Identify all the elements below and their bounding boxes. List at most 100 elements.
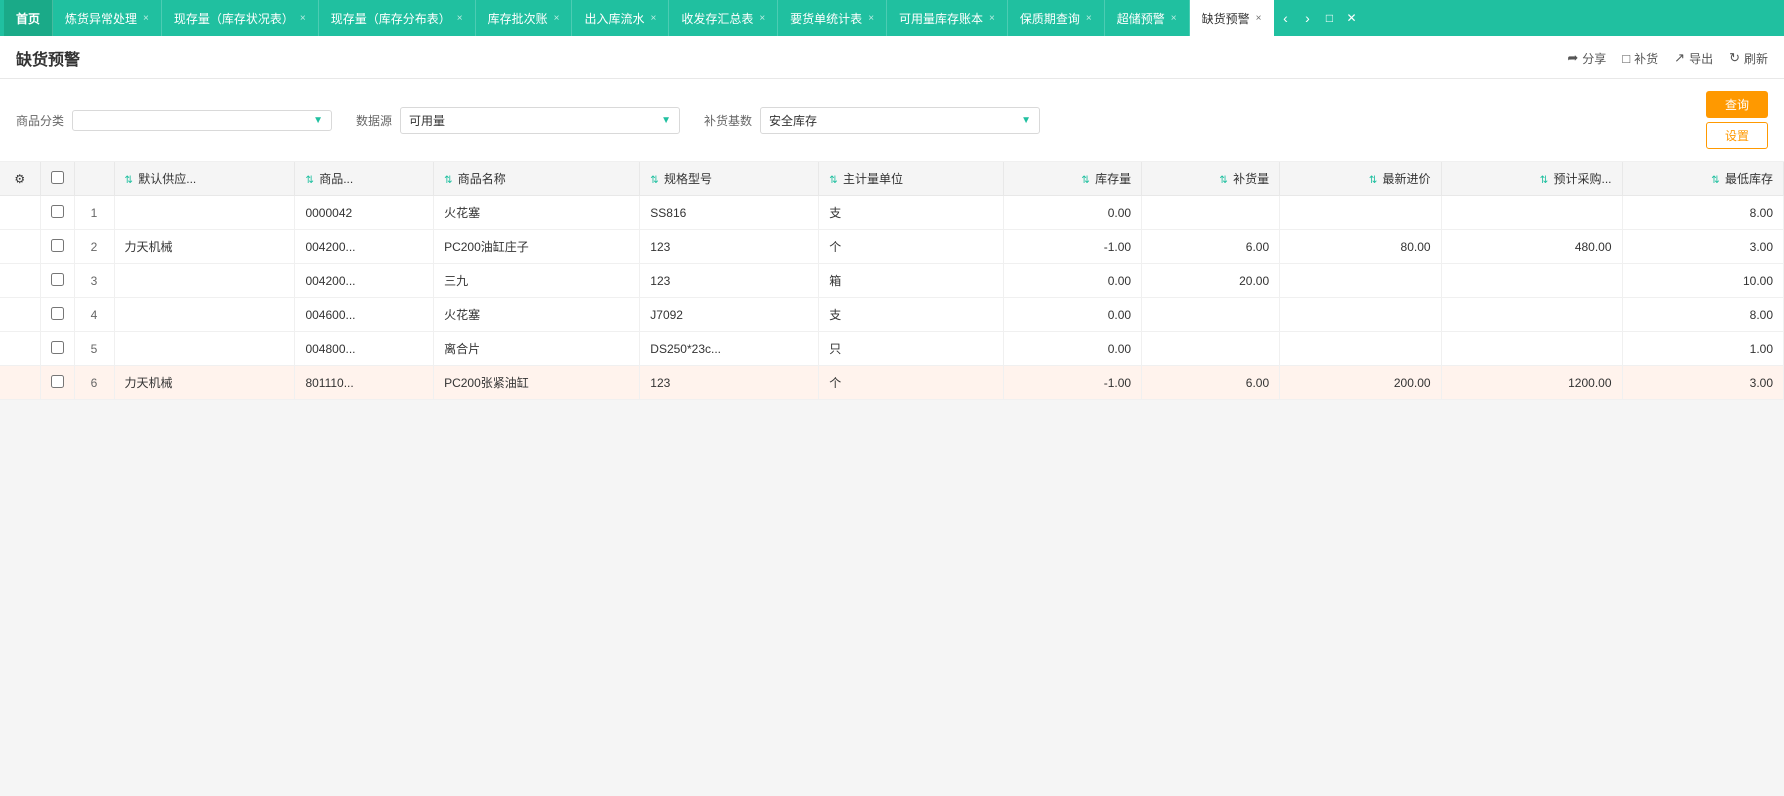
tab-available-close[interactable]: × — [989, 13, 995, 24]
tab-overstock-label: 超储预警 — [1117, 10, 1165, 27]
replenish-arrow-icon: ▼ — [1021, 115, 1031, 126]
row-checkbox[interactable] — [51, 239, 64, 252]
replenish-value: 安全库存 — [769, 112, 817, 129]
category-filter-group: 商品分类 ▼ — [16, 110, 332, 131]
tab-available[interactable]: 可用量库存账本 × — [887, 0, 1008, 36]
tab-next-btn[interactable]: › — [1296, 0, 1318, 36]
filter-bar: 商品分类 ▼ 数据源 可用量 ▼ 补货基数 安全库存 ▼ 查询 设置 — [0, 79, 1784, 162]
row-est-purchase: 1200.00 — [1441, 366, 1622, 400]
refresh-btn[interactable]: ↻ 刷新 — [1729, 50, 1768, 67]
tab-abnormal-label: 炼货异常处理 — [65, 10, 137, 27]
row-product-name: 火花塞 — [434, 196, 640, 230]
col-spec-label: 规格型号 — [664, 172, 712, 186]
replenish-label: 补货 — [1634, 50, 1658, 67]
datasource-arrow-icon: ▼ — [661, 115, 671, 126]
row-stock: 0.00 — [1004, 298, 1142, 332]
row-checkbox[interactable] — [51, 205, 64, 218]
export-btn[interactable]: ↗ 导出 — [1674, 50, 1713, 67]
col-supplier-label: 默认供应... — [138, 172, 196, 186]
row-replenish-qty: 6.00 — [1142, 366, 1280, 400]
col-replenish-qty-label: 补货量 — [1233, 172, 1269, 186]
datasource-value: 可用量 — [409, 112, 445, 129]
tab-inventory-status-close[interactable]: × — [300, 13, 306, 24]
tab-inventory-dist[interactable]: 现存量（库存分布表） × — [319, 0, 476, 36]
tab-expiry-close[interactable]: × — [1086, 13, 1092, 24]
row-min-stock: 3.00 — [1622, 230, 1783, 264]
row-checkbox[interactable] — [51, 375, 64, 388]
col-gear: ⚙ — [0, 162, 40, 196]
tab-overstock-close[interactable]: × — [1171, 13, 1177, 24]
tab-inventory-dist-close[interactable]: × — [457, 13, 463, 24]
row-min-stock: 8.00 — [1622, 196, 1783, 230]
table-row: 5 004800... 离合片 DS250*23c... 只 0.00 1.00 — [0, 332, 1784, 366]
tab-collection-close[interactable]: × — [759, 13, 765, 24]
row-checkbox[interactable] — [51, 307, 64, 320]
shortage-table: ⚙ ⇅ 默认供应... ⇅ 商品... ⇅ 商品名称 — [0, 162, 1784, 400]
tab-abnormal-close[interactable]: × — [143, 13, 149, 24]
spec-sort-icon: ⇅ — [650, 175, 658, 186]
tab-order-stats-close[interactable]: × — [868, 13, 874, 24]
tab-overstock[interactable]: 超储预警 × — [1105, 0, 1190, 36]
col-spec: ⇅ 规格型号 — [640, 162, 819, 196]
replenish-select[interactable]: 安全库存 ▼ — [760, 107, 1040, 134]
query-button[interactable]: 查询 — [1706, 91, 1768, 118]
table-container: ⚙ ⇅ 默认供应... ⇅ 商品... ⇅ 商品名称 — [0, 162, 1784, 400]
row-checkbox-cell — [40, 298, 74, 332]
tab-inventory-status-label: 现存量（库存状况表） — [174, 10, 294, 27]
row-checkbox-cell — [40, 264, 74, 298]
row-est-purchase: 480.00 — [1441, 230, 1622, 264]
datasource-filter-group: 数据源 可用量 ▼ — [356, 107, 680, 134]
row-latest-price — [1280, 196, 1441, 230]
row-product-code: 004800... — [295, 332, 434, 366]
tab-expiry[interactable]: 保质期查询 × — [1008, 0, 1105, 36]
datasource-select[interactable]: 可用量 ▼ — [400, 107, 680, 134]
gear-settings-icon[interactable]: ⚙ — [10, 172, 30, 186]
tab-flow-close[interactable]: × — [650, 13, 656, 24]
tab-shortage-close[interactable]: × — [1256, 13, 1262, 24]
col-min-stock: ⇅ 最低库存 — [1622, 162, 1783, 196]
replenish-btn[interactable]: □ 补货 — [1622, 50, 1658, 67]
tab-batch-account[interactable]: 库存批次账 × — [476, 0, 573, 36]
row-stock: -1.00 — [1004, 366, 1142, 400]
tab-flow[interactable]: 出入库流水 × — [572, 0, 669, 36]
row-latest-price — [1280, 298, 1441, 332]
table-row: 4 004600... 火花塞 J7092 支 0.00 8.00 — [0, 298, 1784, 332]
tab-collection[interactable]: 收发存汇总表 × — [669, 0, 778, 36]
row-latest-price — [1280, 264, 1441, 298]
row-supplier: 力天机械 — [114, 230, 295, 264]
tab-batch-account-close[interactable]: × — [554, 13, 560, 24]
tab-abnormal[interactable]: 炼货异常处理 × — [53, 0, 162, 36]
row-spec: DS250*23c... — [640, 332, 819, 366]
datasource-label: 数据源 — [356, 112, 392, 129]
share-btn[interactable]: ➦ 分享 — [1567, 50, 1606, 67]
table-header-row: ⚙ ⇅ 默认供应... ⇅ 商品... ⇅ 商品名称 — [0, 162, 1784, 196]
table-row: 6 力天机械 801110... PC200张紧油缸 123 个 -1.00 6… — [0, 366, 1784, 400]
min-stock-sort-icon: ⇅ — [1711, 175, 1719, 186]
tab-restore-btn[interactable]: □ — [1318, 0, 1340, 36]
row-replenish-qty: 20.00 — [1142, 264, 1280, 298]
col-est-purchase-label: 预计采购... — [1554, 172, 1612, 186]
header-actions: ➦ 分享 □ 补货 ↗ 导出 ↻ 刷新 — [1567, 50, 1768, 67]
row-number: 3 — [74, 264, 114, 298]
tab-close-all-btn[interactable]: ✕ — [1340, 0, 1362, 36]
row-checkbox-cell — [40, 366, 74, 400]
row-spec: 123 — [640, 366, 819, 400]
tab-order-stats[interactable]: 要货单统计表 × — [778, 0, 887, 36]
col-est-purchase: ⇅ 预计采购... — [1441, 162, 1622, 196]
settings-button[interactable]: 设置 — [1706, 122, 1768, 149]
tab-home[interactable]: 首页 — [4, 0, 53, 36]
tab-shortage[interactable]: 缺货预警 × — [1190, 0, 1275, 36]
tab-prev-btn[interactable]: ‹ — [1274, 0, 1296, 36]
row-checkbox-cell — [40, 332, 74, 366]
select-all-checkbox[interactable] — [51, 171, 64, 184]
tab-shortage-label: 缺货预警 — [1202, 10, 1250, 27]
category-select[interactable]: ▼ — [72, 110, 332, 131]
row-checkbox[interactable] — [51, 341, 64, 354]
row-checkbox[interactable] — [51, 273, 64, 286]
export-label: 导出 — [1689, 50, 1713, 67]
row-replenish-qty — [1142, 298, 1280, 332]
tab-inventory-status[interactable]: 现存量（库存状况表） × — [162, 0, 319, 36]
row-gear-cell — [0, 230, 40, 264]
category-arrow-icon: ▼ — [313, 115, 323, 126]
supplier-sort-icon: ⇅ — [125, 175, 133, 186]
